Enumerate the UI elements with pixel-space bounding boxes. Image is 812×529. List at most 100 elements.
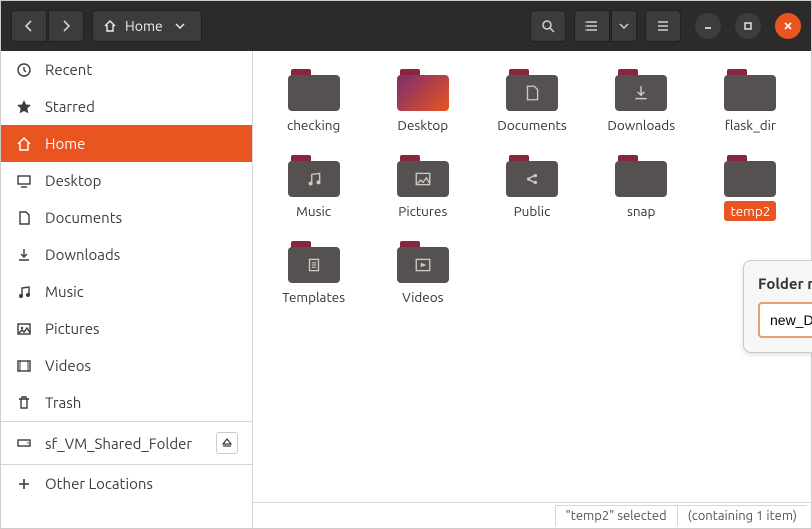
sidebar-item-label: Documents xyxy=(45,209,122,226)
folder-desktop[interactable]: Desktop xyxy=(370,63,475,141)
folder-snap[interactable]: snap xyxy=(589,149,694,227)
star-icon xyxy=(15,99,33,115)
folder-music[interactable]: Music xyxy=(261,149,366,227)
file-label: Downloads xyxy=(601,115,681,135)
hamburger-button[interactable] xyxy=(645,10,681,42)
eject-icon xyxy=(222,438,232,448)
main-pane: checking Desktop Documents Downloads fla… xyxy=(253,51,811,528)
status-contents: (containing 1 item) xyxy=(677,505,807,526)
home-icon xyxy=(15,136,33,152)
home-icon xyxy=(103,19,117,33)
pictures-icon xyxy=(15,321,33,337)
sidebar-item-label: Downloads xyxy=(45,246,120,263)
icon-grid[interactable]: checking Desktop Documents Downloads fla… xyxy=(253,51,811,325)
sidebar-item-label: Videos xyxy=(45,357,91,374)
sidebar: Recent Starred Home Desktop Documents Do… xyxy=(1,51,253,528)
sidebar-item-label: sf_VM_Shared_Folder xyxy=(45,435,192,452)
folder-flask-dir[interactable]: flask_dir xyxy=(698,63,803,141)
videos-icon xyxy=(15,358,33,374)
back-button[interactable] xyxy=(11,10,47,42)
file-label: Templates xyxy=(276,287,351,307)
search-icon xyxy=(541,19,555,33)
file-label: checking xyxy=(281,115,346,135)
sidebar-item-starred[interactable]: Starred xyxy=(1,88,252,125)
view-group xyxy=(574,10,637,42)
minimize-icon xyxy=(703,21,713,31)
minimize-button[interactable] xyxy=(695,13,721,39)
folder-icon xyxy=(506,155,558,197)
sidebar-item-label: Music xyxy=(45,283,84,300)
folder-icon xyxy=(506,69,558,111)
folder-icon xyxy=(397,241,449,283)
path-label: Home xyxy=(125,18,163,34)
nav-group xyxy=(11,10,84,42)
chevron-left-icon xyxy=(23,20,35,32)
sidebar-item-label: Home xyxy=(45,135,85,152)
plus-icon xyxy=(15,476,33,492)
sidebar-item-videos[interactable]: Videos xyxy=(1,347,252,384)
sidebar-item-recent[interactable]: Recent xyxy=(1,51,252,88)
file-label: temp2 xyxy=(724,201,776,221)
file-manager-window: Home xyxy=(0,0,812,529)
path-bar[interactable]: Home xyxy=(92,10,202,42)
sidebar-item-home[interactable]: Home xyxy=(1,125,252,162)
sidebar-item-shared-folder[interactable]: sf_VM_Shared_Folder xyxy=(1,421,252,464)
file-label: snap xyxy=(621,201,661,221)
sidebar-item-label: Pictures xyxy=(45,320,100,337)
rename-popover: Folder name Rename xyxy=(743,260,812,353)
sidebar-item-downloads[interactable]: Downloads xyxy=(1,236,252,273)
sidebar-item-other-locations[interactable]: Other Locations xyxy=(1,464,252,502)
sidebar-item-label: Recent xyxy=(45,61,92,78)
file-label: Documents xyxy=(491,115,572,135)
folder-temp2[interactable]: temp2 xyxy=(698,149,803,227)
folder-icon xyxy=(724,69,776,111)
sidebar-item-documents[interactable]: Documents xyxy=(1,199,252,236)
file-label: Music xyxy=(290,201,337,221)
forward-button[interactable] xyxy=(48,10,84,42)
folder-icon xyxy=(615,155,667,197)
folder-documents[interactable]: Documents xyxy=(479,63,584,141)
clock-icon xyxy=(15,62,33,78)
sidebar-item-label: Starred xyxy=(45,98,95,115)
folder-icon xyxy=(288,241,340,283)
hamburger-icon xyxy=(656,19,670,33)
desktop-icon xyxy=(15,173,33,189)
folder-icon xyxy=(724,155,776,197)
sidebar-item-desktop[interactable]: Desktop xyxy=(1,162,252,199)
documents-icon xyxy=(15,210,33,226)
chevron-right-icon xyxy=(60,20,72,32)
view-dropdown-button[interactable] xyxy=(611,10,637,42)
folder-pictures[interactable]: Pictures xyxy=(370,149,475,227)
caret-down-icon xyxy=(175,21,185,31)
file-label: flask_dir xyxy=(719,115,782,135)
folder-icon xyxy=(615,69,667,111)
close-button[interactable] xyxy=(775,13,801,39)
status-selected: "temp2" selected xyxy=(555,505,677,526)
sidebar-item-trash[interactable]: Trash xyxy=(1,384,252,421)
window-body: Recent Starred Home Desktop Documents Do… xyxy=(1,51,811,528)
caret-down-icon xyxy=(619,21,629,31)
folder-icon xyxy=(288,155,340,197)
sidebar-item-pictures[interactable]: Pictures xyxy=(1,310,252,347)
music-icon xyxy=(15,284,33,300)
folder-downloads[interactable]: Downloads xyxy=(589,63,694,141)
folder-icon xyxy=(397,155,449,197)
folder-templates[interactable]: Templates xyxy=(261,235,366,313)
folder-public[interactable]: Public xyxy=(479,149,584,227)
file-label: Desktop xyxy=(391,115,454,135)
trash-icon xyxy=(15,395,33,411)
list-view-button[interactable] xyxy=(574,10,610,42)
folder-icon xyxy=(288,69,340,111)
sidebar-item-music[interactable]: Music xyxy=(1,273,252,310)
file-label: Videos xyxy=(396,287,449,307)
rename-input[interactable] xyxy=(758,302,812,338)
list-icon xyxy=(585,19,599,33)
search-button[interactable] xyxy=(530,10,566,42)
drive-icon xyxy=(15,435,33,451)
statusbar: "temp2" selected (containing 1 item) xyxy=(253,502,811,528)
folder-videos[interactable]: Videos xyxy=(370,235,475,313)
sidebar-item-label: Desktop xyxy=(45,172,101,189)
folder-checking[interactable]: checking xyxy=(261,63,366,141)
eject-button[interactable] xyxy=(216,432,238,454)
maximize-button[interactable] xyxy=(735,13,761,39)
